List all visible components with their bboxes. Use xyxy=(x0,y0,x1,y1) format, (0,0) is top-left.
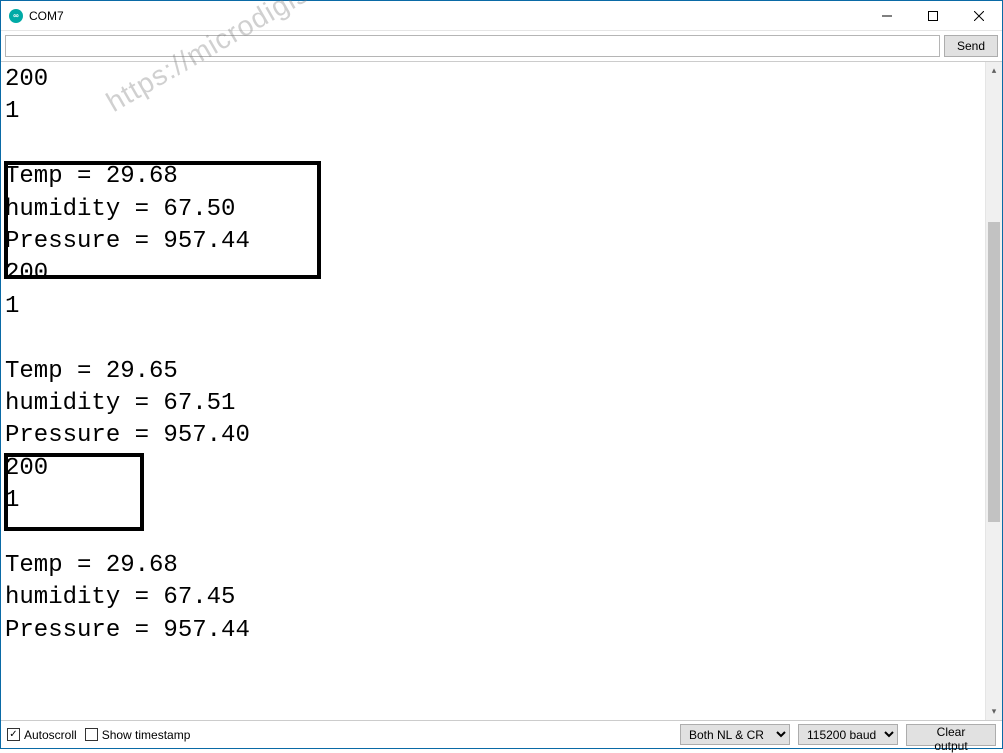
checkbox-icon xyxy=(85,728,98,741)
line-ending-select[interactable]: Both NL & CR xyxy=(680,724,790,745)
scroll-thumb[interactable] xyxy=(988,222,1000,522)
maximize-button[interactable] xyxy=(910,1,956,30)
baud-select[interactable]: 115200 baud xyxy=(798,724,898,745)
statusbar: ✓ Autoscroll Show timestamp Both NL & CR… xyxy=(1,720,1002,748)
output-area: 200 1 Temp = 29.68 humidity = 67.50 Pres… xyxy=(1,61,1002,720)
titlebar: ∞ COM7 xyxy=(1,1,1002,31)
minimize-button[interactable] xyxy=(864,1,910,30)
send-button[interactable]: Send xyxy=(944,35,998,57)
checkbox-icon: ✓ xyxy=(7,728,20,741)
serial-monitor-window: ∞ COM7 Send 200 1 Temp = 29.68 humidity … xyxy=(0,0,1003,749)
autoscroll-checkbox[interactable]: ✓ Autoscroll xyxy=(7,728,77,742)
window-title: COM7 xyxy=(29,9,864,23)
vertical-scrollbar[interactable]: ▴ ▾ xyxy=(985,62,1002,720)
timestamp-label: Show timestamp xyxy=(102,728,191,742)
autoscroll-label: Autoscroll xyxy=(24,728,77,742)
arduino-icon: ∞ xyxy=(9,9,23,23)
send-toolbar: Send xyxy=(1,31,1002,61)
timestamp-checkbox[interactable]: Show timestamp xyxy=(85,728,191,742)
serial-output: 200 1 Temp = 29.68 humidity = 67.50 Pres… xyxy=(1,62,985,720)
clear-output-button[interactable]: Clear output xyxy=(906,724,996,746)
close-button[interactable] xyxy=(956,1,1002,30)
serial-input[interactable] xyxy=(5,35,940,57)
window-controls xyxy=(864,1,1002,30)
scroll-down-icon[interactable]: ▾ xyxy=(986,703,1002,720)
scroll-up-icon[interactable]: ▴ xyxy=(986,62,1002,79)
